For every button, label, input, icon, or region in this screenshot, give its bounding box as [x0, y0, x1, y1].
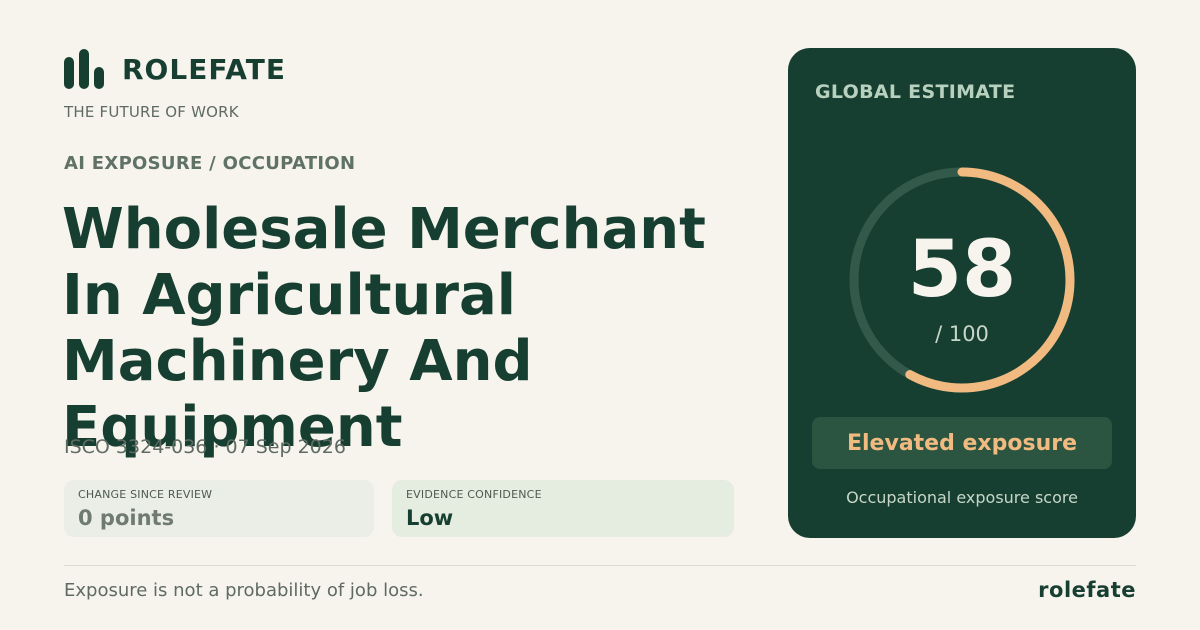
brand-name: ROLEFATE [122, 52, 286, 86]
footer-brand: rolefate [1038, 578, 1136, 602]
change-since-review-label: CHANGE SINCE REVIEW [78, 488, 213, 501]
change-since-review-value: 0 points [78, 506, 175, 530]
evidence-confidence-label: EVIDENCE CONFIDENCE [406, 488, 542, 501]
panel-heading: GLOBAL ESTIMATE [815, 81, 1016, 103]
occupation-title: Wholesale Merchant In Agricultural Machi… [62, 197, 706, 460]
brand-logo: ROLEFATE [64, 48, 286, 90]
exposure-band-badge: Elevated exposure [812, 417, 1112, 469]
score-panel: GLOBAL ESTIMATE 58 / 100 Elevated exposu… [788, 48, 1136, 538]
brand-tagline: THE FUTURE OF WORK [64, 103, 239, 121]
evidence-confidence-card: EVIDENCE CONFIDENCE Low [392, 480, 734, 537]
score-value: 58 [907, 225, 1017, 315]
panel-caption: Occupational exposure score [846, 488, 1078, 507]
change-since-review-card: CHANGE SINCE REVIEW 0 points [64, 480, 374, 537]
section-kicker: AI EXPOSURE / OCCUPATION [64, 153, 356, 174]
evidence-confidence-value: Low [406, 506, 454, 530]
bar-chart-icon [64, 49, 104, 89]
disclaimer: Exposure is not a probability of job los… [64, 580, 424, 601]
occupation-meta: ISCO 3324-036 · 07 Sep 2026 [64, 436, 346, 458]
footer-divider [64, 565, 1136, 566]
score-max: / 100 [935, 322, 989, 346]
